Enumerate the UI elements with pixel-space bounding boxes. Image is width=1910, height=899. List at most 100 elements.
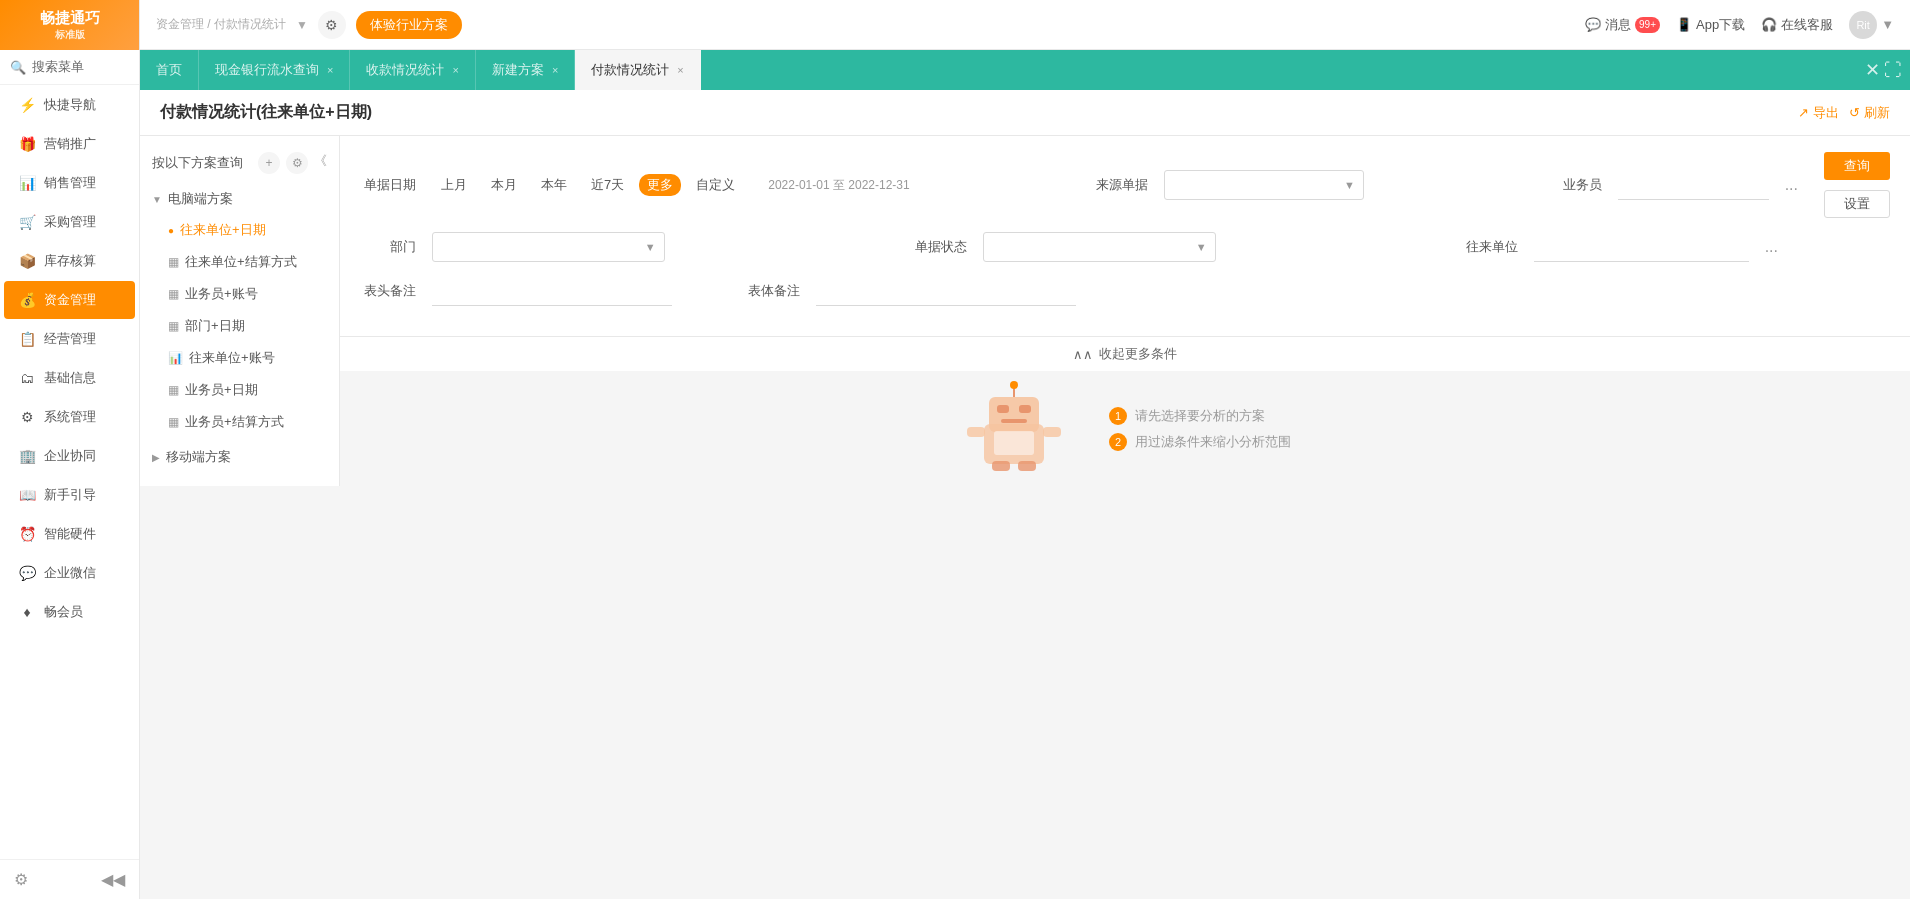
page-header: 付款情况统计(往来单位+日期) ↗ 导出 ↺ 刷新 (140, 90, 1910, 136)
sidebar-item-vip[interactable]: ♦ 畅会员 (4, 593, 135, 631)
settings-small-button[interactable]: 设置 (1824, 190, 1890, 218)
tab-home[interactable]: 首页 (140, 50, 199, 90)
app-download-icon: 📱 (1676, 17, 1692, 32)
tab-bank-flow-label: 现金银行流水查询 (215, 61, 319, 79)
enterprise-icon: 🏢 (18, 447, 36, 465)
scheme-section-desktop-title[interactable]: ▼ 电脑端方案 (140, 184, 339, 214)
message-badge: 99+ (1635, 17, 1660, 33)
scheme-item-dept-date[interactable]: ▦ 部门+日期 (140, 310, 339, 342)
sidebar-item-sales[interactable]: 📊 销售管理 (4, 164, 135, 202)
date-last-month[interactable]: 上月 (432, 173, 476, 197)
collapse-sidebar-icon[interactable]: ◀◀ (101, 870, 125, 889)
svg-rect-2 (997, 405, 1009, 413)
sidebar-item-system[interactable]: ⚙ 系统管理 (4, 398, 135, 436)
scheme-section-mobile-title[interactable]: ▶ 移动端方案 (140, 442, 339, 472)
scheme-panel-title: 按以下方案查询 (152, 154, 243, 172)
salesman-dots[interactable]: ... (1785, 176, 1798, 194)
scheme-item-salesman-account[interactable]: ▦ 业务员+账号 (140, 278, 339, 310)
headset-icon: 🎧 (1761, 17, 1777, 32)
topbar-settings-button[interactable]: ⚙ (318, 11, 346, 39)
tab-receipt-stats-close[interactable]: × (452, 64, 458, 76)
inventory-icon: 📦 (18, 252, 36, 270)
settings-gear-icon[interactable]: ⚙ (14, 870, 28, 889)
page-actions: ↗ 导出 ↺ 刷新 (1798, 104, 1890, 122)
scheme-panel-header: 按以下方案查询 + ⚙ 《 (140, 146, 339, 184)
sidebar-item-label: 营销推广 (44, 135, 96, 153)
sidebar-item-purchase[interactable]: 🛒 采购管理 (4, 203, 135, 241)
sidebar-item-enterprise[interactable]: 🏢 企业协同 (4, 437, 135, 475)
sidebar-item-finance[interactable]: 💰 资金管理 (4, 281, 135, 319)
query-button[interactable]: 查询 (1824, 152, 1890, 180)
right-panel: 单据日期 上月 本月 本年 近7天 更多 自定义 2022-01-01 至 20… (340, 136, 1910, 486)
date-more[interactable]: 更多 (639, 174, 681, 196)
date-custom[interactable]: 自定义 (687, 173, 744, 197)
date-range-display: 2022-01-01 至 2022-12-31 (768, 177, 909, 194)
tab-bank-flow-close[interactable]: × (327, 64, 333, 76)
svg-rect-1 (989, 397, 1039, 432)
scheme-item-partner-account[interactable]: 📊 往来单位+账号 (140, 342, 339, 374)
date-this-year[interactable]: 本年 (532, 173, 576, 197)
collapse-scheme-button[interactable]: 《 (314, 152, 327, 174)
mobile-section-arrow: ▶ (152, 452, 160, 463)
body-note-input[interactable] (816, 276, 1076, 306)
collapse-filters-button[interactable]: ∧∧ 收起更多条件 (340, 336, 1910, 371)
tab-new-plan-label: 新建方案 (492, 61, 544, 79)
salesman-input[interactable] (1618, 170, 1768, 200)
trial-button[interactable]: 体验行业方案 (356, 11, 462, 39)
svg-rect-8 (1043, 427, 1061, 437)
scheme-panel: 按以下方案查询 + ⚙ 《 ▼ 电脑端方案 (140, 136, 340, 486)
sidebar-item-inventory[interactable]: 📦 库存核算 (4, 242, 135, 280)
export-button[interactable]: ↗ 导出 (1798, 104, 1839, 122)
tab-bank-flow[interactable]: 现金银行流水查询 × (199, 50, 350, 90)
sidebar-item-hardware[interactable]: ⏰ 智能硬件 (4, 515, 135, 553)
add-scheme-button[interactable]: + (258, 152, 280, 174)
partner-input[interactable] (1534, 232, 1749, 262)
scheme-item-salesman-settle[interactable]: ▦ 业务员+结算方式 (140, 406, 339, 438)
expand-tabs-icon[interactable]: ⛶ (1884, 60, 1902, 81)
message-button[interactable]: 💬 消息 99+ (1585, 16, 1660, 34)
svg-point-6 (1010, 381, 1018, 389)
finance-icon: 💰 (18, 291, 36, 309)
date-this-month[interactable]: 本月 (482, 173, 526, 197)
app-download-button[interactable]: 📱 App下载 (1676, 16, 1745, 34)
user-chevron-icon: ▼ (1881, 17, 1894, 32)
scheme-item-salesman-date[interactable]: ▦ 业务员+日期 (140, 374, 339, 406)
date-7days[interactable]: 近7天 (582, 173, 633, 197)
tab-payment-stats[interactable]: 付款情况统计 × (575, 50, 700, 90)
sidebar-item-operations[interactable]: 📋 经营管理 (4, 320, 135, 358)
sidebar-item-marketing[interactable]: 🎁 营销推广 (4, 125, 135, 163)
tab-receipt-stats[interactable]: 收款情况统计 × (350, 50, 475, 90)
scheme-settings-button[interactable]: ⚙ (286, 152, 308, 174)
refresh-button[interactable]: ↺ 刷新 (1849, 104, 1890, 122)
sidebar-item-guide[interactable]: 📖 新手引导 (4, 476, 135, 514)
search-menu[interactable]: 🔍 搜索菜单 (0, 50, 139, 85)
scheme-item-partner-settle[interactable]: ▦ 往来单位+结算方式 (140, 246, 339, 278)
filter-area: 单据日期 上月 本月 本年 近7天 更多 自定义 2022-01-01 至 20… (340, 136, 1910, 336)
sidebar-item-label: 快捷导航 (44, 96, 96, 114)
dept-select[interactable]: ▼ (432, 232, 665, 262)
scheme-item-partner-date[interactable]: ● 往来单位+日期 (140, 214, 339, 246)
user-avatar-area[interactable]: Rit ▼ (1849, 11, 1894, 39)
sidebar-item-label: 新手引导 (44, 486, 96, 504)
tab-new-plan[interactable]: 新建方案 × (476, 50, 575, 90)
doc-status-select[interactable]: ▼ (983, 232, 1216, 262)
svg-rect-4 (1001, 419, 1027, 423)
scheme-section-mobile: ▶ 移动端方案 (140, 442, 339, 472)
sidebar-item-quick-nav[interactable]: ⚡ 快捷导航 (4, 86, 135, 124)
partner-dots[interactable]: ... (1765, 238, 1778, 256)
doc-status-select-arrow: ▼ (1196, 241, 1207, 253)
logo-text: 畅捷通巧 (40, 9, 100, 28)
online-service-button[interactable]: 🎧 在线客服 (1761, 16, 1833, 34)
system-icon: ⚙ (18, 408, 36, 426)
sidebar-item-basic-info[interactable]: 🗂 基础信息 (4, 359, 135, 397)
head-note-input[interactable] (432, 276, 672, 306)
tab-payment-stats-close[interactable]: × (677, 64, 683, 76)
svg-rect-11 (994, 431, 1034, 455)
close-all-tabs-icon[interactable]: ✕ (1865, 59, 1880, 81)
main-area: 资金管理 / 付款情况统计 ▼ ⚙ 体验行业方案 💬 消息 99+ 📱 App下… (140, 0, 1910, 899)
svg-rect-7 (967, 427, 985, 437)
tab-new-plan-close[interactable]: × (552, 64, 558, 76)
source-select[interactable]: ▼ (1164, 170, 1364, 200)
sidebar-item-wechat[interactable]: 💬 企业微信 (4, 554, 135, 592)
breadcrumb: 资金管理 / 付款情况统计 (156, 16, 286, 33)
